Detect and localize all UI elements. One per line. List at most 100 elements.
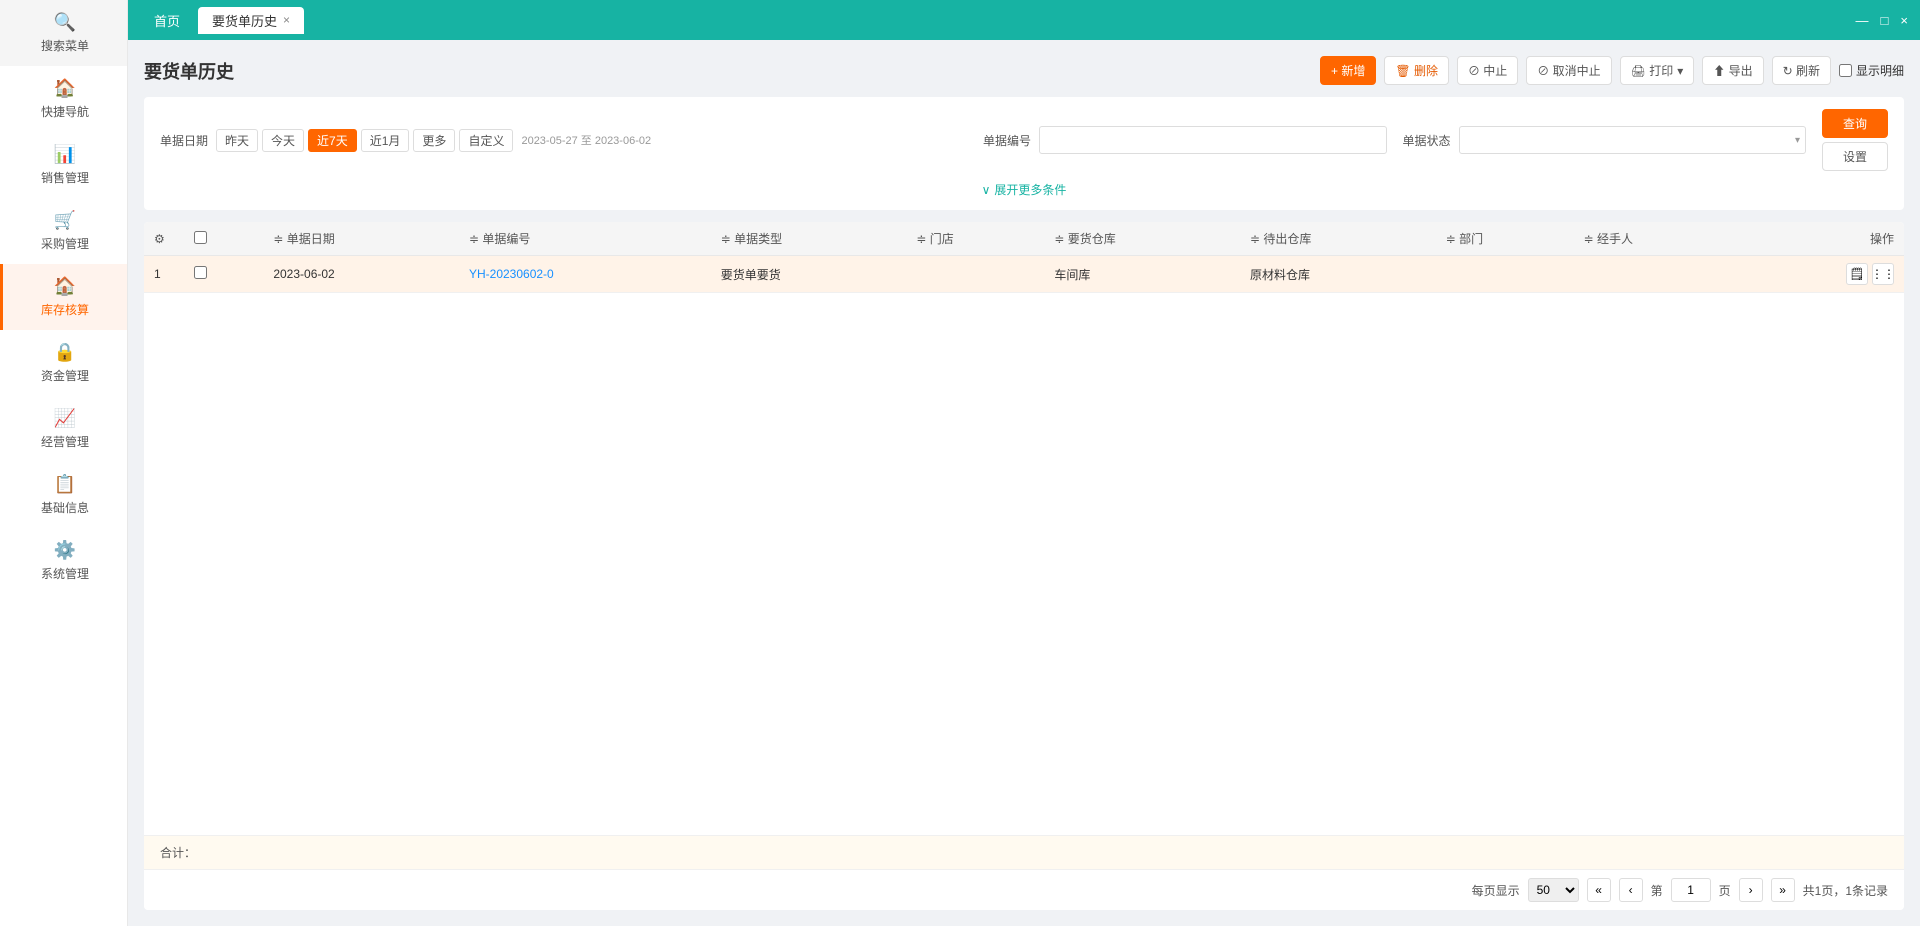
sidebar-item-search-menu[interactable]: 🔍 搜索菜单 bbox=[0, 0, 127, 66]
date-btn-7days[interactable]: 近7天 bbox=[308, 129, 357, 152]
stop-button[interactable]: ⊘ 中止 bbox=[1457, 56, 1518, 85]
table-header-row: ⚙ ≑ 单据日期 ≑ 单据编号 bbox=[144, 222, 1904, 256]
sidebar-item-label: 系统管理 bbox=[41, 565, 89, 582]
row-view-button[interactable]: 🗒 bbox=[1846, 263, 1868, 285]
row-index: 1 bbox=[144, 256, 184, 293]
purchase-icon: 🛒 bbox=[54, 210, 76, 231]
row-pending-warehouse: 原材料仓库 bbox=[1240, 256, 1436, 293]
status-select-input[interactable] bbox=[1459, 126, 1806, 154]
row-checkbox[interactable] bbox=[194, 266, 207, 279]
expand-more-button[interactable]: ∨ 展开更多条件 bbox=[982, 181, 1067, 198]
total-info: 共1页，1条记录 bbox=[1803, 882, 1888, 899]
date-btn-1month[interactable]: 近1月 bbox=[361, 129, 410, 152]
main-area: 首页 要货单历史 × — □ × 要货单历史 + 新增 🗑 删除 ⊘ 中止 ⊘ … bbox=[128, 0, 1920, 926]
sidebar-item-operation[interactable]: 📈 经营管理 bbox=[0, 396, 127, 462]
col-handler: ≑ 经手人 bbox=[1574, 222, 1741, 256]
print-button[interactable]: 🖨 打印 ▾ bbox=[1620, 56, 1695, 85]
row-req-warehouse: 车间库 bbox=[1044, 256, 1240, 293]
table-section: ⚙ ≑ 单据日期 ≑ 单据编号 bbox=[144, 222, 1904, 910]
page-number-input[interactable] bbox=[1671, 878, 1711, 902]
select-all-checkbox[interactable] bbox=[194, 231, 207, 244]
query-button[interactable]: 查询 bbox=[1822, 109, 1888, 138]
sidebar-item-system[interactable]: ⚙️ 系统管理 bbox=[0, 528, 127, 594]
sidebar-item-sales[interactable]: 📊 销售管理 bbox=[0, 132, 127, 198]
window-minimize-btn[interactable]: — bbox=[1856, 13, 1869, 28]
order-no-input[interactable] bbox=[1039, 126, 1386, 154]
expand-more-row: ∨ 展开更多条件 bbox=[160, 181, 1888, 198]
refresh-button[interactable]: ↻ 刷新 bbox=[1772, 56, 1831, 85]
row-more-button[interactable]: ⋮⋮ bbox=[1872, 263, 1894, 285]
tab-home[interactable]: 首页 bbox=[140, 7, 194, 34]
print-dropdown-icon[interactable]: ▾ bbox=[1677, 64, 1683, 78]
row-actions-cell: 🗒 ⋮⋮ bbox=[1740, 256, 1904, 293]
sidebar-item-inventory[interactable]: 🏠 库存核算 bbox=[0, 264, 127, 330]
date-range-text: 2023-05-27 至 2023-06-02 bbox=[521, 132, 651, 148]
row-actions: 🗒 ⋮⋮ bbox=[1750, 263, 1894, 285]
sidebar-item-label: 经营管理 bbox=[41, 433, 89, 450]
show-detail-checkbox-label[interactable]: 显示明细 bbox=[1839, 62, 1904, 79]
page-suffix: 页 bbox=[1719, 882, 1731, 899]
page-size-select[interactable]: 50 100 200 bbox=[1528, 878, 1579, 902]
sidebar-item-finance[interactable]: 🔒 资金管理 bbox=[0, 330, 127, 396]
next-page-button[interactable]: › bbox=[1739, 878, 1763, 902]
date-filter-label: 单据日期 bbox=[160, 132, 208, 149]
content-wrapper: 要货单历史 + 新增 🗑 删除 ⊘ 中止 ⊘ 取消中止 🖨 打印 ▾ ⬆ 导出 … bbox=[128, 40, 1920, 926]
order-no-label: 单据编号 bbox=[983, 132, 1031, 149]
search-menu-icon: 🔍 bbox=[54, 12, 76, 33]
topbar-right: — □ × bbox=[1856, 13, 1908, 28]
col-department: ≑ 部门 bbox=[1436, 222, 1574, 256]
filter-panel: 单据日期 昨天 今天 近7天 近1月 更多 自定义 2023-05-27 至 2… bbox=[144, 97, 1904, 210]
col-pending-warehouse: ≑ 待出仓库 bbox=[1240, 222, 1436, 256]
date-btn-yesterday[interactable]: 昨天 bbox=[216, 129, 258, 152]
row-no: YH-20230602-0 bbox=[459, 256, 711, 293]
system-icon: ⚙️ bbox=[54, 540, 76, 561]
page-header: 要货单历史 + 新增 🗑 删除 ⊘ 中止 ⊘ 取消中止 🖨 打印 ▾ ⬆ 导出 … bbox=[144, 56, 1904, 85]
pagination-bar: 每页显示 50 100 200 « ‹ 第 页 › » 共1页，1条记录 bbox=[144, 869, 1904, 910]
window-maximize-btn[interactable]: □ bbox=[1881, 13, 1889, 28]
table-settings-icon[interactable]: ⚙ bbox=[154, 232, 165, 246]
sidebar-item-label: 采购管理 bbox=[41, 235, 89, 252]
export-button[interactable]: ⬆ 导出 bbox=[1702, 56, 1763, 85]
table-footer: 合计： bbox=[144, 835, 1904, 869]
filter-row-1: 单据日期 昨天 今天 近7天 近1月 更多 自定义 2023-05-27 至 2… bbox=[160, 109, 1888, 171]
cancel-stop-button[interactable]: ⊘ 取消中止 bbox=[1526, 56, 1611, 85]
action-buttons: 查询 设置 bbox=[1822, 109, 1888, 171]
prev-page-button[interactable]: ‹ bbox=[1619, 878, 1643, 902]
status-select-wrapper: ▾ bbox=[1459, 126, 1806, 154]
sidebar-item-basic-info[interactable]: 📋 基础信息 bbox=[0, 462, 127, 528]
col-type: ≑ 单据类型 bbox=[711, 222, 907, 256]
page-label: 第 bbox=[1651, 882, 1663, 899]
first-page-button[interactable]: « bbox=[1587, 878, 1611, 902]
sidebar-item-quick-nav[interactable]: 🏠 快捷导航 bbox=[0, 66, 127, 132]
filter-date: 单据日期 昨天 今天 近7天 近1月 更多 自定义 2023-05-27 至 2… bbox=[160, 129, 967, 152]
sidebar-item-label: 搜索菜单 bbox=[41, 37, 89, 54]
show-detail-checkbox[interactable] bbox=[1839, 64, 1852, 77]
col-checkbox bbox=[184, 222, 263, 256]
tab-active[interactable]: 要货单历史 × bbox=[198, 7, 304, 34]
table-row: 1 2023-06-02 YH-20230602-0 要货单要货 车间库 bbox=[144, 256, 1904, 293]
tab-close-icon[interactable]: × bbox=[283, 13, 290, 27]
last-page-button[interactable]: » bbox=[1771, 878, 1795, 902]
col-date: ≑ 单据日期 bbox=[263, 222, 459, 256]
operation-icon: 📈 bbox=[54, 408, 76, 429]
window-close-btn[interactable]: × bbox=[1900, 13, 1908, 28]
date-btn-custom[interactable]: 自定义 bbox=[459, 129, 513, 152]
sidebar-item-label: 资金管理 bbox=[41, 367, 89, 384]
add-button[interactable]: + 新增 bbox=[1320, 56, 1376, 85]
settings-button[interactable]: 设置 bbox=[1822, 142, 1888, 171]
row-handler bbox=[1574, 256, 1741, 293]
tab-active-label: 要货单历史 bbox=[212, 11, 277, 30]
date-btn-more[interactable]: 更多 bbox=[413, 129, 455, 152]
sidebar-item-purchase[interactable]: 🛒 采购管理 bbox=[0, 198, 127, 264]
row-department bbox=[1436, 256, 1574, 293]
expand-more-label: 展开更多条件 bbox=[994, 181, 1066, 198]
sidebar-item-label: 库存核算 bbox=[41, 301, 89, 318]
date-btn-today[interactable]: 今天 bbox=[262, 129, 304, 152]
sidebar: 🔍 搜索菜单 🏠 快捷导航 📊 销售管理 🛒 采购管理 🏠 库存核算 🔒 资金管… bbox=[0, 0, 128, 926]
row-no-link[interactable]: YH-20230602-0 bbox=[469, 267, 554, 281]
col-store: ≑ 门店 bbox=[906, 222, 1044, 256]
sales-icon: 📊 bbox=[54, 144, 76, 165]
delete-button[interactable]: 🗑 删除 bbox=[1384, 56, 1449, 85]
sidebar-item-label: 销售管理 bbox=[41, 169, 89, 186]
filter-status: 单据状态 ▾ bbox=[1403, 126, 1807, 154]
